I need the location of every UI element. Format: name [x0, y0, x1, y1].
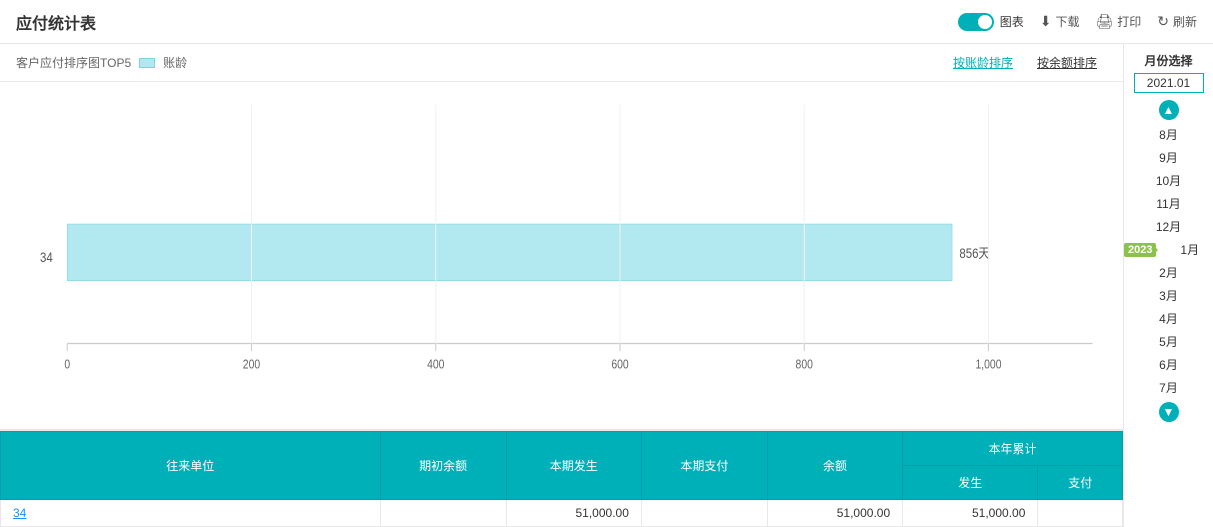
month-item-4[interactable]: 4月 [1124, 307, 1213, 330]
chart-toggle-group: 图表 [958, 13, 1024, 31]
header: 应付统计表 图表 ⬇ 下载 🖨 打印 ↻ 刷新 [0, 0, 1213, 44]
th-opening: 期初余额 [380, 432, 506, 500]
download-icon: ⬇ [1040, 13, 1052, 30]
svg-text:200: 200 [243, 359, 260, 372]
unit-link[interactable]: 34 [13, 506, 26, 520]
month-item-2[interactable]: 2月 [1124, 261, 1213, 284]
sort-by-balance-button[interactable]: 按余额排序 [1027, 52, 1107, 73]
month-item-8[interactable]: 8月 [1124, 123, 1213, 146]
month-item-12[interactable]: 12月 [1124, 215, 1213, 238]
svg-text:800: 800 [796, 359, 813, 372]
sidebar-title: 月份选择 [1144, 52, 1192, 69]
refresh-button[interactable]: ↻ 刷新 [1157, 13, 1197, 30]
chart-bar [67, 224, 952, 281]
table-section: 往来单位 期初余额 本期发生 本期支付 余额 本年累计 发生 支付 [0, 429, 1123, 527]
header-actions: 图表 ⬇ 下载 🖨 打印 ↻ 刷新 [958, 13, 1197, 31]
th-ytd-occurrence: 发生 [903, 466, 1038, 500]
th-ytd: 本年累计 [903, 432, 1123, 466]
th-unit: 往来单位 [1, 432, 381, 500]
cell-payment [641, 500, 767, 527]
data-table: 往来单位 期初余额 本期发生 本期支付 余额 本年累计 发生 支付 [0, 431, 1123, 527]
page-title: 应付统计表 [16, 10, 96, 34]
svg-text:400: 400 [427, 359, 444, 372]
month-list: 8月 9月 10月 11月 12月 2023 1月 2月 3月 4月 5月 6月… [1124, 123, 1213, 399]
month-item-9[interactable]: 9月 [1124, 146, 1213, 169]
bar-value-label: 856天 [959, 246, 990, 261]
cell-unit: 34 [1, 500, 381, 527]
cell-opening [380, 500, 506, 527]
year-input[interactable] [1134, 73, 1204, 93]
print-label: 打印 [1117, 13, 1141, 30]
legend-text: 客户应付排序图TOP5 [16, 54, 131, 71]
legend-box-icon [139, 58, 155, 68]
right-sidebar: 月份选择 ▲ 8月 9月 10月 11月 12月 2023 1月 2月 3月 4… [1123, 44, 1213, 527]
chart-header: 客户应付排序图TOP5 账龄 按账龄排序 按余额排序 [0, 44, 1123, 82]
legend-item-label: 账龄 [163, 54, 187, 71]
refresh-label: 刷新 [1173, 13, 1197, 30]
sort-by-age-button[interactable]: 按账龄排序 [943, 52, 1023, 73]
month-item-10[interactable]: 10月 [1124, 169, 1213, 192]
chart-svg: 34 856天 0 200 [10, 92, 1103, 419]
nav-down-button[interactable]: ▼ [1159, 402, 1179, 422]
refresh-icon: ↻ [1157, 13, 1169, 30]
chart-toggle[interactable] [958, 13, 994, 31]
main-content: 客户应付排序图TOP5 账龄 按账龄排序 按余额排序 34 [0, 44, 1213, 527]
cell-ytd-occurrence: 51,000.00 [903, 500, 1038, 527]
month-item-5[interactable]: 5月 [1124, 330, 1213, 353]
toggle-label: 图表 [1000, 13, 1024, 30]
year-badge: 2023 [1124, 243, 1156, 257]
month-item-6[interactable]: 6月 [1124, 353, 1213, 376]
print-button[interactable]: 🖨 打印 [1095, 13, 1141, 30]
download-label: 下载 [1055, 13, 1079, 30]
chart-area: 34 856天 0 200 [0, 82, 1123, 429]
cell-occurrence: 51,000.00 [506, 500, 641, 527]
th-balance: 余额 [767, 432, 902, 500]
th-payment: 本期支付 [641, 432, 767, 500]
table-row: 34 51,000.00 51,000.00 51,000.00 [1, 500, 1123, 527]
month-item-1[interactable]: 1月 [1166, 238, 1213, 261]
chart-section: 客户应付排序图TOP5 账龄 按账龄排序 按余额排序 34 [0, 44, 1123, 527]
th-occurrence: 本期发生 [506, 432, 641, 500]
y-axis-label: 34 [40, 250, 53, 265]
sort-buttons: 按账龄排序 按余额排序 [943, 52, 1107, 73]
svg-text:0: 0 [64, 359, 70, 372]
svg-text:600: 600 [611, 359, 628, 372]
nav-up-button[interactable]: ▲ [1159, 100, 1179, 120]
download-button[interactable]: ⬇ 下载 [1040, 13, 1080, 30]
month-item-11[interactable]: 11月 [1124, 192, 1213, 215]
month-item-7[interactable]: 7月 [1124, 376, 1213, 399]
month-item-3[interactable]: 3月 [1124, 284, 1213, 307]
chart-legend: 客户应付排序图TOP5 账龄 [16, 54, 187, 71]
cell-balance: 51,000.00 [767, 500, 902, 527]
svg-text:1,000: 1,000 [975, 359, 1001, 372]
th-ytd-payment: 支付 [1038, 466, 1123, 500]
cell-ytd-payment [1038, 500, 1123, 527]
app-container: 应付统计表 图表 ⬇ 下载 🖨 打印 ↻ 刷新 [0, 0, 1213, 527]
print-icon: 🖨 [1095, 13, 1113, 30]
